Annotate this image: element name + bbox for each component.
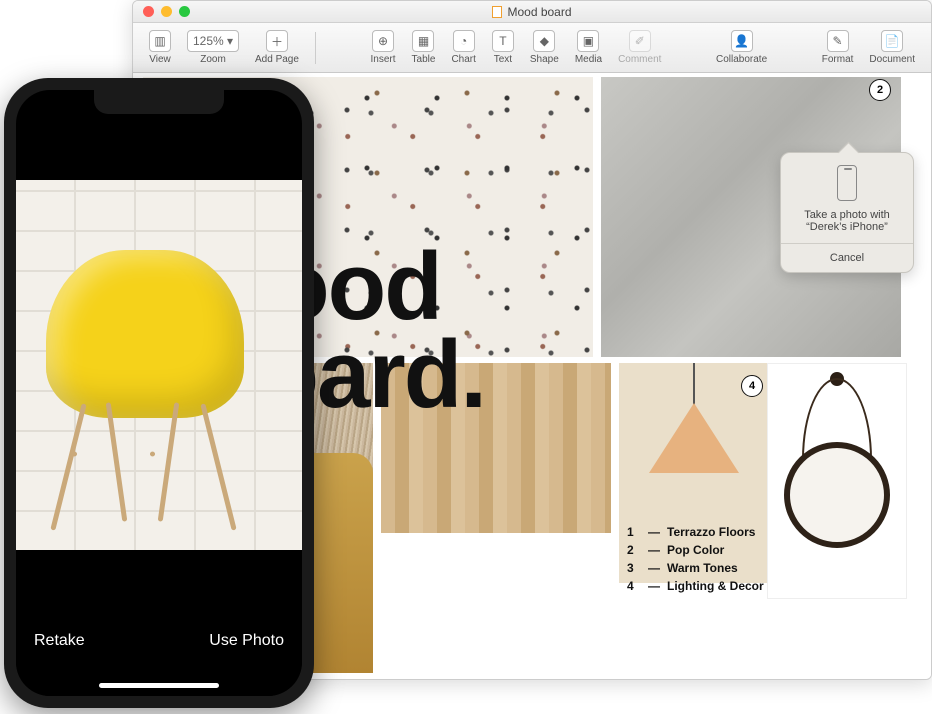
view-icon: ▥ — [149, 30, 171, 52]
toolbar: ▥ View 125%▾ Zoom ＋ Add Page ⊕ Insert ▦ … — [133, 23, 931, 73]
window-controls — [133, 6, 190, 17]
toolbar-separator — [315, 32, 316, 64]
shape-icon: ◆ — [533, 30, 555, 52]
legend-row: 3—Warm Tones — [627, 559, 764, 577]
iphone-icon — [837, 165, 857, 201]
legend-row: 4—Lighting & Decor — [627, 577, 764, 595]
titlebar: Mood board — [133, 1, 931, 23]
view-button[interactable]: ▥ View — [143, 28, 177, 67]
use-photo-button[interactable]: Use Photo — [209, 632, 284, 650]
retake-button[interactable]: Retake — [34, 632, 85, 650]
minimize-window-button[interactable] — [161, 6, 172, 17]
popover-message: Take a photo with“Derek’s iPhone” — [789, 209, 905, 233]
camera-bottom-bar: Retake Use Photo — [16, 550, 302, 696]
document-button[interactable]: 📄 Document — [863, 28, 921, 67]
legend-row: 2—Pop Color — [627, 541, 764, 559]
document-icon — [492, 6, 502, 18]
add-page-button[interactable]: ＋ Add Page — [249, 28, 305, 67]
collaborate-icon: 👤 — [731, 30, 753, 52]
media-button[interactable]: ▣ Media — [569, 28, 608, 67]
iphone-notch — [94, 90, 224, 114]
add-page-icon: ＋ — [266, 30, 288, 52]
chevron-down-icon: ▾ — [227, 34, 233, 48]
cancel-button[interactable]: Cancel — [781, 243, 913, 272]
table-button[interactable]: ▦ Table — [406, 28, 442, 67]
home-indicator[interactable] — [99, 683, 219, 688]
comment-icon: ✐ — [629, 30, 651, 52]
marker-2[interactable]: 2 — [869, 79, 891, 101]
collaborate-button[interactable]: 👤 Collaborate — [710, 28, 773, 67]
zoom-window-button[interactable] — [179, 6, 190, 17]
camera-preview — [16, 180, 302, 550]
legend-row: 1—Terrazzo Floors — [627, 523, 764, 541]
chart-icon: ◔ — [453, 30, 475, 52]
text-button[interactable]: T Text — [486, 28, 520, 67]
legend[interactable]: 1—Terrazzo Floors 2—Pop Color 3—Warm Ton… — [627, 523, 764, 595]
window-title: Mood board — [133, 5, 931, 19]
comment-button[interactable]: ✐ Comment — [612, 28, 667, 67]
image-mirror[interactable] — [767, 363, 907, 599]
shape-button[interactable]: ◆ Shape — [524, 28, 565, 67]
chart-button[interactable]: ◔ Chart — [445, 28, 481, 67]
media-icon: ▣ — [577, 30, 599, 52]
format-button[interactable]: ✎ Format — [816, 28, 860, 67]
format-icon: ✎ — [827, 30, 849, 52]
iphone-device: Retake Use Photo — [4, 78, 314, 708]
table-icon: ▦ — [412, 30, 434, 52]
insert-button[interactable]: ⊕ Insert — [365, 28, 402, 67]
marker-4[interactable]: 4 — [741, 375, 763, 397]
continuity-camera-popover: Take a photo with“Derek’s iPhone” Cancel — [780, 152, 914, 273]
close-window-button[interactable] — [143, 6, 154, 17]
subject-chair — [40, 232, 250, 532]
iphone-screen: Retake Use Photo — [16, 90, 302, 696]
insert-icon: ⊕ — [372, 30, 394, 52]
zoom-value: 125%▾ — [187, 30, 239, 52]
document-panel-icon: 📄 — [881, 30, 903, 52]
zoom-dropdown[interactable]: 125%▾ Zoom — [181, 28, 245, 67]
text-icon: T — [492, 30, 514, 52]
